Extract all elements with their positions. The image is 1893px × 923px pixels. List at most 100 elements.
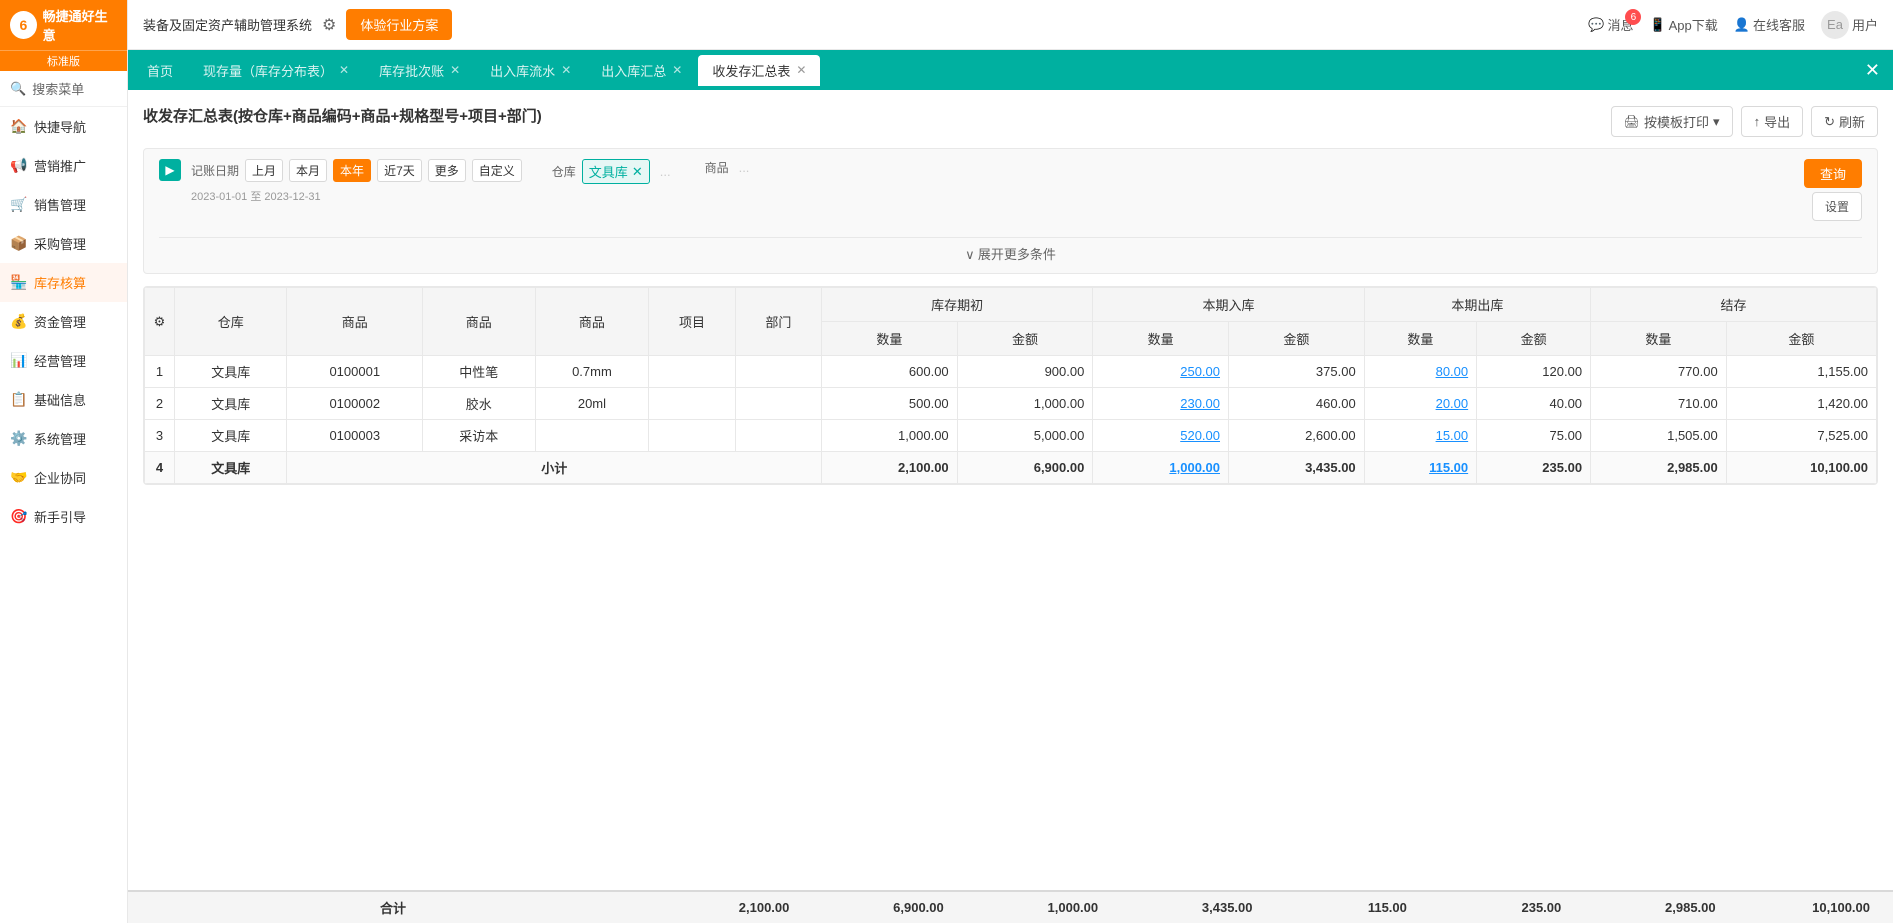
total-balance-qty: 2,985.00 <box>1569 900 1723 915</box>
tab-close-icon[interactable]: ✕ <box>672 63 682 77</box>
filter-collapse-btn[interactable]: ▶ <box>159 159 181 181</box>
experience-btn[interactable]: 体验行业方案 <box>346 9 452 40</box>
tab-receive-summary[interactable]: 收发存汇总表 ✕ <box>698 55 820 86</box>
tab-receive-summary-label: 收发存汇总表 <box>712 61 790 80</box>
date-filter-label: 记账日期 <box>191 162 239 179</box>
warehouse-more-dots[interactable]: ... <box>656 164 675 179</box>
expand-more-btn[interactable]: ∨ 展开更多条件 <box>965 248 1056 262</box>
online-service-btn[interactable]: 👤 在线客服 <box>1734 15 1805 34</box>
tab-stock-dist[interactable]: 现存量（库存分布表） ✕ <box>189 55 363 86</box>
sidebar-item-guide[interactable]: 🎯 新手引导 <box>0 497 127 536</box>
sidebar-item-purchase[interactable]: 📦 采购管理 <box>0 224 127 263</box>
row-out-amt: 75.00 <box>1477 420 1591 452</box>
sidebar-item-operation[interactable]: 📊 经营管理 <box>0 341 127 380</box>
th-opening-group: 库存期初 <box>821 288 1092 322</box>
print-btn[interactable]: 🖨 按模板打印 ▾ <box>1611 106 1733 137</box>
row-opening-qty: 600.00 <box>821 356 957 388</box>
row-out-qty-link[interactable]: 20.00 <box>1364 388 1476 420</box>
row-balance-amt: 1,155.00 <box>1726 356 1876 388</box>
purchase-icon: 📦 <box>10 235 28 253</box>
sidebar-item-label: 新手引导 <box>34 507 86 526</box>
page-header: 收发存汇总表(按仓库+商品编码+商品+规格型号+项目+部门) 🖨 按模板打印 ▾… <box>143 105 1878 138</box>
close-all-tabs-btn[interactable]: ✕ <box>1857 60 1888 81</box>
footer-total-bar: 合计 2,100.00 6,900.00 1,000.00 3,435.00 1… <box>128 890 1893 923</box>
sidebar-item-finance[interactable]: 💰 资金管理 <box>0 302 127 341</box>
sidebar-search[interactable]: 🔍 搜索菜单 <box>0 71 127 107</box>
tab-home[interactable]: 首页 <box>133 55 187 86</box>
tab-close-icon[interactable]: ✕ <box>561 63 571 77</box>
tab-close-icon[interactable]: ✕ <box>339 63 349 77</box>
tab-close-icon[interactable]: ✕ <box>450 63 460 77</box>
sidebar-item-label: 采购管理 <box>34 234 86 253</box>
tab-inout-flow[interactable]: 出入库流水 ✕ <box>476 55 585 86</box>
tab-close-active-icon[interactable]: ✕ <box>796 63 806 77</box>
th-opening-qty: 数量 <box>821 322 957 356</box>
tab-batch[interactable]: 库存批次账 ✕ <box>365 55 474 86</box>
sidebar-item-sales[interactable]: 🛒 销售管理 <box>0 185 127 224</box>
marketing-icon: 📢 <box>10 157 28 175</box>
app-download-btn[interactable]: 📱 App下载 <box>1649 15 1717 34</box>
row-dept <box>735 420 821 452</box>
warehouse-tag[interactable]: 文具库 ✕ <box>582 159 650 184</box>
subtotal-out-qty[interactable]: 115.00 <box>1364 452 1476 484</box>
system-title: 装备及固定资产辅助管理系统 <box>143 15 312 34</box>
th-balance-amt: 金额 <box>1726 322 1876 356</box>
row-out-qty-link[interactable]: 80.00 <box>1364 356 1476 388</box>
query-button[interactable]: 查询 <box>1804 159 1862 188</box>
subtotal-row: 4 文具库 小计 2,100.00 6,900.00 1,000.00 3,43… <box>145 452 1877 484</box>
date-btn-this-month[interactable]: 本月 <box>289 159 327 182</box>
topbar-settings-icon[interactable]: ⚙ <box>322 15 336 35</box>
th-balance-qty: 数量 <box>1591 322 1727 356</box>
sidebar-item-enterprise[interactable]: 🤝 企业协同 <box>0 458 127 497</box>
date-btn-last-month[interactable]: 上月 <box>245 159 283 182</box>
row-goods-spec: 0.7mm <box>535 356 649 388</box>
row-in-qty-link[interactable]: 250.00 <box>1093 356 1229 388</box>
refresh-icon: ↻ <box>1824 114 1835 130</box>
app-name: 畅捷通好生意 <box>43 6 117 44</box>
user-menu[interactable]: Ea 用户 <box>1821 11 1878 39</box>
sidebar-item-basic[interactable]: 📋 基础信息 <box>0 380 127 419</box>
date-btn-this-year[interactable]: 本年 <box>333 159 371 182</box>
row-in-qty-link[interactable]: 520.00 <box>1093 420 1229 452</box>
sidebar-item-label: 销售管理 <box>34 195 86 214</box>
export-btn[interactable]: ↑ 导出 <box>1741 106 1804 137</box>
sidebar-item-marketing[interactable]: 📢 营销推广 <box>0 146 127 185</box>
online-service-label: 在线客服 <box>1753 15 1805 34</box>
row-in-qty-link[interactable]: 230.00 <box>1093 388 1229 420</box>
operation-icon: 📊 <box>10 352 28 370</box>
sidebar-item-inventory[interactable]: 🏪 库存核算 <box>0 263 127 302</box>
notification-btn[interactable]: 💬 6 消息 <box>1588 15 1633 34</box>
row-out-qty-link[interactable]: 15.00 <box>1364 420 1476 452</box>
date-btn-more[interactable]: 更多 <box>428 159 466 182</box>
logo-icon: 6 <box>10 11 37 39</box>
date-range-display: 2023-01-01 至 2023-12-31 <box>191 188 522 204</box>
tab-inout-summary[interactable]: 出入库汇总 ✕ <box>587 55 696 86</box>
date-btn-custom[interactable]: 自定义 <box>472 159 522 182</box>
filter-bar: ▶ 记账日期 上月 本月 本年 近7天 更多 自定义 2023-01-01 至 … <box>143 148 1878 274</box>
tab-home-label: 首页 <box>147 61 173 80</box>
total-balance-amt: 10,100.00 <box>1724 900 1878 915</box>
sidebar-item-label: 资金管理 <box>34 312 86 331</box>
refresh-btn[interactable]: ↻ 刷新 <box>1811 106 1878 137</box>
row-index: 1 <box>145 356 175 388</box>
row-project <box>649 420 735 452</box>
service-icon: 👤 <box>1734 17 1750 33</box>
row-opening-amt: 1,000.00 <box>957 388 1093 420</box>
th-settings[interactable]: ⚙ <box>145 288 175 356</box>
row-opening-qty: 500.00 <box>821 388 957 420</box>
row-out-amt: 40.00 <box>1477 388 1591 420</box>
row-goods-code: 0100002 <box>287 388 423 420</box>
settings-button[interactable]: 设置 <box>1812 192 1862 221</box>
sidebar-item-system[interactable]: ⚙️ 系统管理 <box>0 419 127 458</box>
th-dept: 部门 <box>735 288 821 356</box>
sidebar-item-label: 基础信息 <box>34 390 86 409</box>
notification-icon: 💬 <box>1588 17 1604 33</box>
th-project: 项目 <box>649 288 735 356</box>
row-in-amt: 375.00 <box>1229 356 1365 388</box>
sidebar-item-quick[interactable]: 🏠 快捷导航 <box>0 107 127 146</box>
subtotal-label: 小计 <box>287 452 822 484</box>
subtotal-in-qty[interactable]: 1,000.00 <box>1093 452 1229 484</box>
warehouse-tag-close[interactable]: ✕ <box>632 164 643 180</box>
goods-more-dots[interactable]: ... <box>735 160 754 175</box>
date-btn-7days[interactable]: 近7天 <box>377 159 422 182</box>
